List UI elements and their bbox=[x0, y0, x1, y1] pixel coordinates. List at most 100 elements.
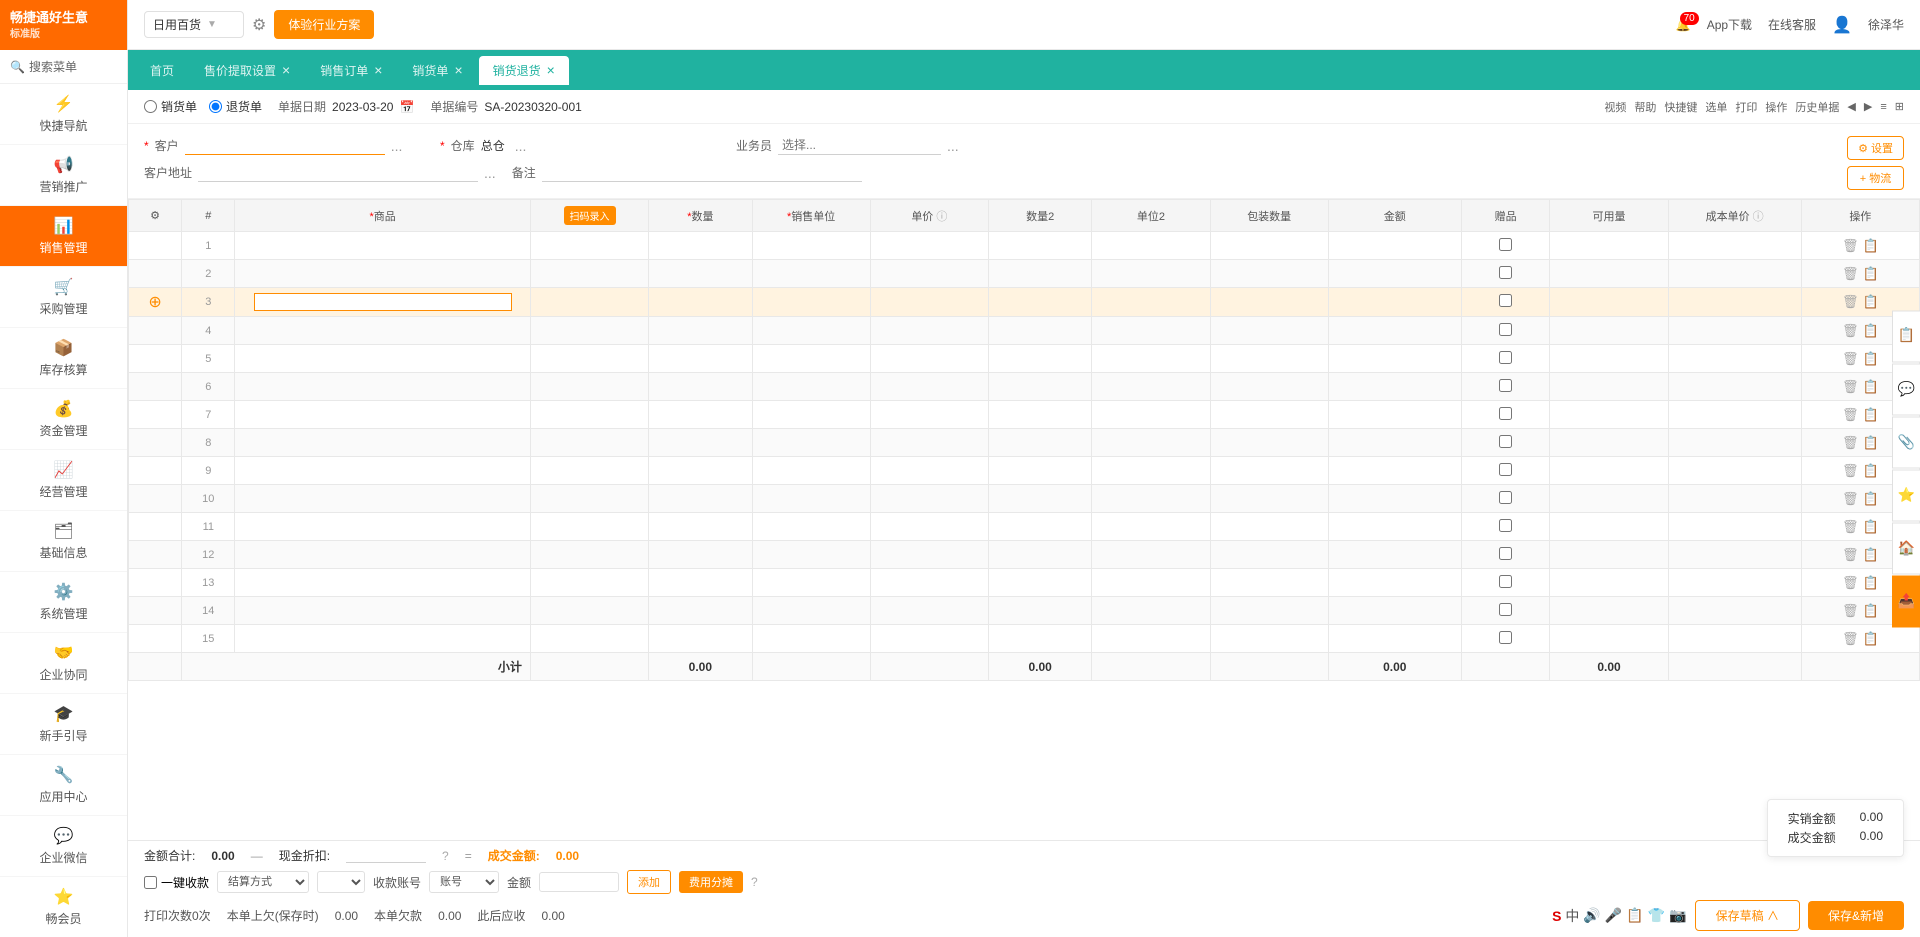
row-cost-cell[interactable] bbox=[1668, 260, 1801, 288]
row-price-cell[interactable] bbox=[870, 232, 988, 260]
row-unit2-cell[interactable] bbox=[1092, 625, 1210, 653]
row-gift-cell[interactable] bbox=[1461, 569, 1550, 597]
row-price-cell[interactable] bbox=[870, 260, 988, 288]
row-price-cell[interactable] bbox=[870, 597, 988, 625]
delete-row-icon[interactable]: 🗑 bbox=[1842, 238, 1859, 254]
row-qty2-cell[interactable] bbox=[988, 429, 1091, 457]
row-cost-cell[interactable] bbox=[1668, 288, 1801, 317]
right-float-item-6[interactable]: 📤 bbox=[1892, 575, 1920, 627]
row-avail-cell[interactable] bbox=[1550, 541, 1668, 569]
row-cost-cell[interactable] bbox=[1668, 457, 1801, 485]
sidebar-item-quicknav[interactable]: ⚡ 快捷导航 bbox=[0, 84, 127, 145]
delete-row-icon[interactable]: 🗑 bbox=[1842, 575, 1859, 591]
row-unit2-cell[interactable] bbox=[1092, 541, 1210, 569]
tab-sales-order[interactable]: 销售订单 × bbox=[306, 56, 396, 85]
tab-price-extract[interactable]: 售价提取设置 × bbox=[190, 56, 304, 85]
sidebar-item-finance[interactable]: 💰 资金管理 bbox=[0, 389, 127, 450]
row-gift-cell[interactable] bbox=[1461, 373, 1550, 401]
row-price-cell[interactable] bbox=[870, 345, 988, 373]
sidebar-item-purchase[interactable]: 🛒 采购管理 bbox=[0, 267, 127, 328]
row-goods-cell[interactable] bbox=[235, 345, 531, 373]
row-avail-cell[interactable] bbox=[1550, 625, 1668, 653]
row-gift-cell[interactable] bbox=[1461, 232, 1550, 260]
row-avail-cell[interactable] bbox=[1550, 401, 1668, 429]
row-gift-cell[interactable] bbox=[1461, 597, 1550, 625]
copy-row-icon[interactable]: 📋 bbox=[1862, 603, 1878, 619]
row-cost-cell[interactable] bbox=[1668, 569, 1801, 597]
list-view-btn[interactable]: ≡ bbox=[1880, 101, 1886, 113]
taskbar-icon2[interactable]: 🔊 bbox=[1583, 907, 1600, 924]
row-price-cell[interactable] bbox=[870, 569, 988, 597]
logistics-btn[interactable]: + 物流 bbox=[1847, 166, 1904, 190]
taskbar-icon6[interactable]: 📷 bbox=[1669, 907, 1686, 924]
row-unit2-cell[interactable] bbox=[1092, 429, 1210, 457]
save-new-btn[interactable]: 保存&新增 bbox=[1808, 901, 1904, 930]
add-btn[interactable]: 添加 bbox=[627, 870, 671, 894]
save-draft-btn[interactable]: 保存草稿 ∧ bbox=[1695, 900, 1800, 931]
row-cost-cell[interactable] bbox=[1668, 513, 1801, 541]
calc-method2-select[interactable] bbox=[317, 871, 365, 893]
copy-row-icon[interactable]: 📋 bbox=[1862, 435, 1878, 451]
row-amount-cell[interactable] bbox=[1328, 513, 1461, 541]
row-unit-cell[interactable] bbox=[752, 597, 870, 625]
delete-row-icon[interactable]: 🗑 bbox=[1842, 519, 1859, 535]
row-unit2-cell[interactable] bbox=[1092, 260, 1210, 288]
row-qty2-cell[interactable] bbox=[988, 513, 1091, 541]
shortcut-btn[interactable]: 快捷键 bbox=[1664, 99, 1697, 115]
row-gift-cell[interactable] bbox=[1461, 288, 1550, 317]
taskbar-icon3[interactable]: 🎤 bbox=[1605, 907, 1622, 924]
pay-amount-input[interactable] bbox=[539, 872, 619, 892]
row-unit2-cell[interactable] bbox=[1092, 345, 1210, 373]
row-avail-cell[interactable] bbox=[1550, 288, 1668, 317]
row-goods-cell[interactable] bbox=[235, 569, 531, 597]
row-gift-cell[interactable] bbox=[1461, 317, 1550, 345]
row-unit-cell[interactable] bbox=[752, 625, 870, 653]
row-unit2-cell[interactable] bbox=[1092, 485, 1210, 513]
copy-row-icon[interactable]: 📋 bbox=[1862, 407, 1878, 423]
row-cost-cell[interactable] bbox=[1668, 401, 1801, 429]
row-unit2-cell[interactable] bbox=[1092, 232, 1210, 260]
copy-row-icon[interactable]: 📋 bbox=[1862, 519, 1878, 535]
copy-row-icon[interactable]: 📋 bbox=[1862, 631, 1878, 647]
sidebar-item-inventory[interactable]: 📦 库存核算 bbox=[0, 328, 127, 389]
row-avail-cell[interactable] bbox=[1550, 569, 1668, 597]
customer-dots[interactable]: ... bbox=[391, 138, 403, 154]
discount-input[interactable] bbox=[346, 848, 426, 863]
row-avail-cell[interactable] bbox=[1550, 260, 1668, 288]
row-avail-cell[interactable] bbox=[1550, 485, 1668, 513]
row-qty2-cell[interactable] bbox=[988, 457, 1091, 485]
delete-row-icon[interactable]: 🗑 bbox=[1842, 603, 1859, 619]
history-btn[interactable]: 历史单据 bbox=[1795, 99, 1839, 115]
row-avail-cell[interactable] bbox=[1550, 429, 1668, 457]
row-qty-cell[interactable] bbox=[649, 317, 752, 345]
row-avail-cell[interactable] bbox=[1550, 232, 1668, 260]
notification-area[interactable]: 🔔 70 bbox=[1676, 18, 1691, 32]
row-amount-cell[interactable] bbox=[1328, 597, 1461, 625]
row-unit-cell[interactable] bbox=[752, 401, 870, 429]
right-float-item-1[interactable]: 📋 bbox=[1892, 310, 1920, 362]
app-download-link[interactable]: App下载 bbox=[1707, 16, 1752, 33]
row-avail-cell[interactable] bbox=[1550, 457, 1668, 485]
user-name[interactable]: 徐泽华 bbox=[1868, 16, 1904, 33]
row-goods-cell[interactable] bbox=[235, 457, 531, 485]
row-pkgqty-cell[interactable] bbox=[1210, 232, 1328, 260]
row-cost-cell[interactable] bbox=[1668, 373, 1801, 401]
taskbar-icon4[interactable]: 📋 bbox=[1626, 907, 1643, 924]
sidebar-item-marketing[interactable]: 📢 营销推广 bbox=[0, 145, 127, 206]
delete-row-icon[interactable]: 🗑 bbox=[1842, 631, 1859, 647]
settings-btn[interactable]: ⚙ 设置 bbox=[1847, 136, 1904, 160]
next-btn[interactable]: ▶ bbox=[1864, 100, 1872, 113]
topbar-gear-icon[interactable]: ⚙ bbox=[252, 15, 266, 35]
delete-row-icon[interactable]: 🗑 bbox=[1842, 294, 1859, 310]
tab-sales-delivery[interactable]: 销货单 × bbox=[398, 56, 476, 85]
row-qty-cell[interactable] bbox=[649, 625, 752, 653]
gift-checkbox[interactable] bbox=[1499, 379, 1512, 392]
row-pkgqty-cell[interactable] bbox=[1210, 429, 1328, 457]
row-qty-cell[interactable] bbox=[649, 457, 752, 485]
copy-row-icon[interactable]: 📋 bbox=[1862, 379, 1878, 395]
row-amount-cell[interactable] bbox=[1328, 260, 1461, 288]
row-amount-cell[interactable] bbox=[1328, 288, 1461, 317]
row-qty-cell[interactable] bbox=[649, 345, 752, 373]
row-pkgqty-cell[interactable] bbox=[1210, 597, 1328, 625]
copy-row-icon[interactable]: 📋 bbox=[1862, 238, 1878, 254]
